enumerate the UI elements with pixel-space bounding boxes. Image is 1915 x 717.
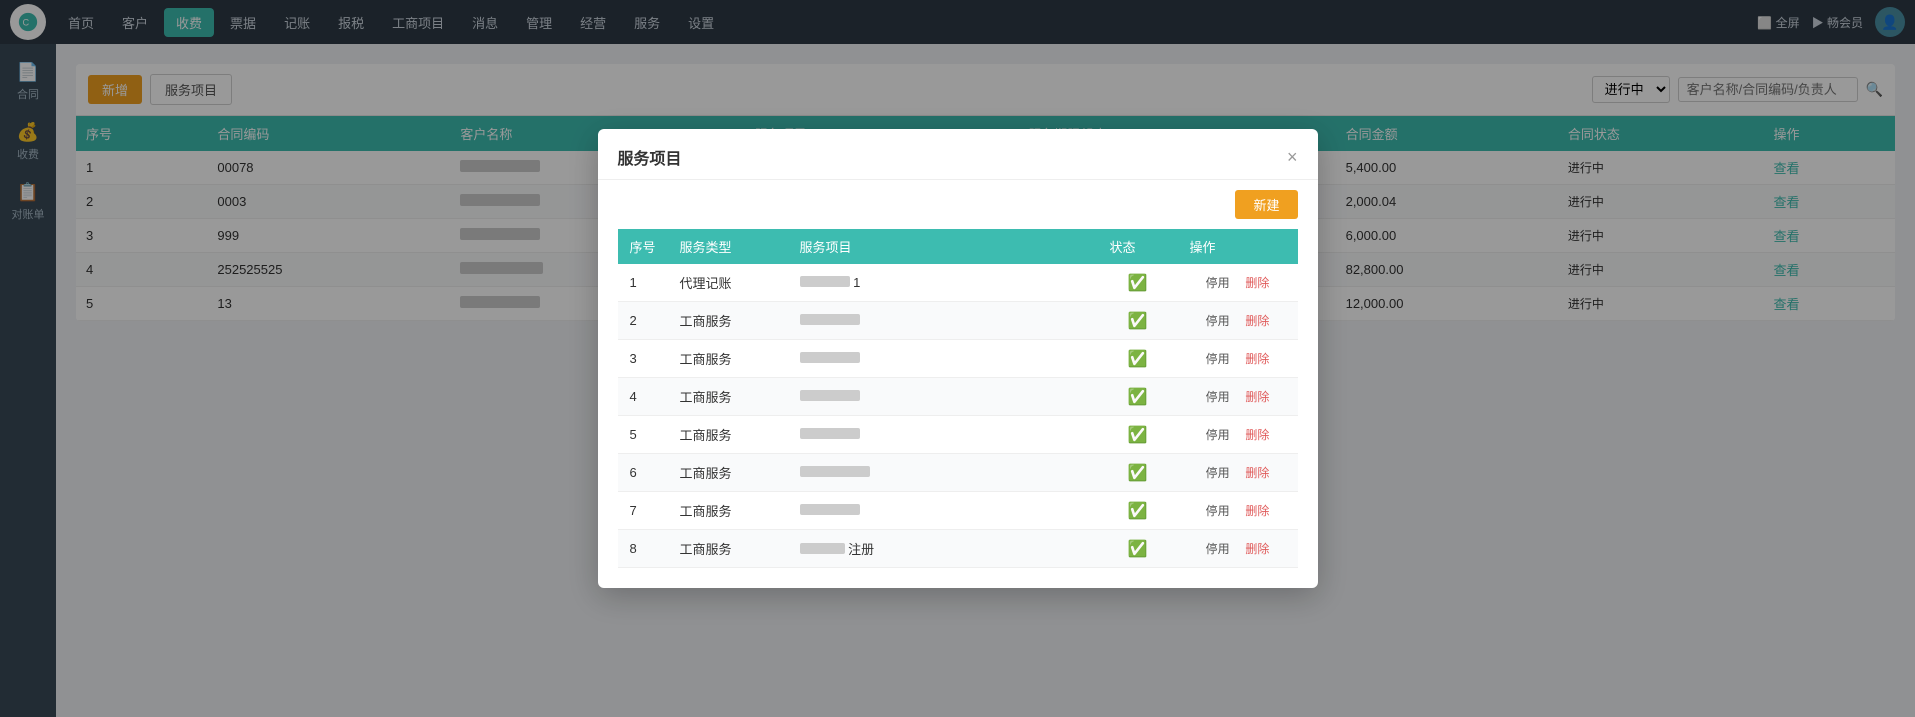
status-active-icon: ✅ [1128,389,1148,406]
modal-table-row: 5 工商服务 ✅ 停用 删除 [618,416,1298,454]
delete-btn-1[interactable]: 删除 [1239,272,1275,293]
modal-header: 服务项目 × [598,129,1318,180]
delete-btn-6[interactable]: 删除 [1239,462,1275,483]
modal-overlay[interactable]: 服务项目 × 新建 序号 服务类型 服务项目 状态 操作 [0,0,1915,717]
modal-close-button[interactable]: × [1287,148,1298,166]
delete-btn-8[interactable]: 删除 [1239,538,1275,559]
stop-btn-7[interactable]: 停用 [1200,500,1236,521]
stop-btn-1[interactable]: 停用 [1200,272,1236,293]
modal-table-row: 7 工商服务 ✅ 停用 删除 [618,492,1298,530]
stop-btn-2[interactable]: 停用 [1200,310,1236,331]
stop-btn-4[interactable]: 停用 [1200,386,1236,407]
modal-col-action: 操作 [1178,229,1298,264]
service-table: 序号 服务类型 服务项目 状态 操作 1 代理记账 1 ✅ [618,229,1298,568]
modal-table-row: 4 工商服务 ✅ 停用 删除 [618,378,1298,416]
delete-btn-2[interactable]: 删除 [1239,310,1275,331]
modal-col-seq: 序号 [618,229,668,264]
status-active-icon: ✅ [1128,503,1148,520]
modal-table-row: 6 工商服务 ✅ 停用 删除 [618,454,1298,492]
modal-col-type: 服务类型 [668,229,788,264]
status-active-icon: ✅ [1128,427,1148,444]
modal-table-row: 8 工商服务 注册 ✅ 停用 删除 [618,530,1298,568]
stop-btn-3[interactable]: 停用 [1200,348,1236,369]
stop-btn-5[interactable]: 停用 [1200,424,1236,445]
service-items-modal: 服务项目 × 新建 序号 服务类型 服务项目 状态 操作 [598,129,1318,588]
stop-btn-6[interactable]: 停用 [1200,462,1236,483]
delete-btn-4[interactable]: 删除 [1239,386,1275,407]
modal-body: 序号 服务类型 服务项目 状态 操作 1 代理记账 1 ✅ [598,229,1318,588]
delete-btn-7[interactable]: 删除 [1239,500,1275,521]
modal-title: 服务项目 [618,145,682,169]
modal-col-item: 服务项目 [788,229,1098,264]
modal-table-row: 1 代理记账 1 ✅ 停用 删除 [618,264,1298,302]
delete-btn-3[interactable]: 删除 [1239,348,1275,369]
delete-btn-5[interactable]: 删除 [1239,424,1275,445]
modal-table-row: 2 工商服务 ✅ 停用 删除 [618,302,1298,340]
modal-table-row: 3 工商服务 ✅ 停用 删除 [618,340,1298,378]
status-active-icon: ✅ [1128,351,1148,368]
modal-toolbar: 新建 [598,180,1318,229]
stop-btn-8[interactable]: 停用 [1200,538,1236,559]
status-active-icon: ✅ [1128,541,1148,558]
status-active-icon: ✅ [1128,313,1148,330]
new-service-button[interactable]: 新建 [1235,190,1297,219]
modal-col-status: 状态 [1098,229,1178,264]
status-active-icon: ✅ [1128,465,1148,482]
status-active-icon: ✅ [1128,275,1148,292]
